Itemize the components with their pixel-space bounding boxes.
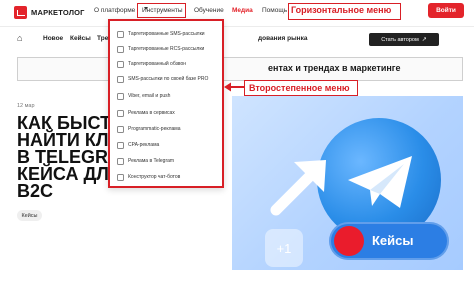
article-tag[interactable]: Кейсы [17,210,42,221]
subnav-research[interactable]: дования рынка [258,35,307,42]
menu-item-programmatic[interactable]: Programmatic-реклама [110,122,222,136]
become-author-label: Стать автором [381,36,419,43]
menu-item-viber[interactable]: Viber, email и push [110,89,222,103]
home-icon[interactable]: ⌂ [17,33,22,43]
menu-item-label: SMS-рассылки по своей базе PRO [128,76,209,82]
top-navbar: МАРКЕТОЛОГ О платформе Инструменты Обуче… [0,0,474,24]
programmatic-icon [117,125,124,133]
rcs-icon [117,45,124,53]
subnav-trends[interactable]: Тре [97,35,108,42]
menu-item-label: Таргетированные SMS-рассылки [128,31,205,37]
sms-icon [117,30,124,38]
phone-icon [117,60,124,68]
telegram-icon [117,157,124,165]
nav-help[interactable]: Помощь [262,7,287,14]
nav-about[interactable]: О платформе [94,7,135,14]
plus-one-badge: +1 [265,229,303,267]
menu-item-cpa[interactable]: CPA-реклама [110,138,222,152]
menu-item-rcs[interactable]: Таргетированные RCS-рассылки [110,42,222,56]
logo-text: МАРКЕТОЛОГ [31,7,85,17]
header-divider [0,26,474,27]
menu-item-label: Programmatic-реклама [128,126,181,132]
cases-pill-label: Кейсы [372,233,414,248]
logo[interactable]: МАРКЕТОЛОГ [14,5,85,19]
telegram-plane-icon [348,156,412,208]
menu-item-calls[interactable]: Таргетированный обзвон [110,57,222,71]
banner-text: ентах и трендах в маркетинге [268,63,401,73]
menu-item-label: Реклама в Telegram [128,158,175,164]
menu-item-sms-pro[interactable]: SMS-рассылки по своей базе PRO [110,72,222,86]
article-hero-image[interactable]: +1 Кейсы [232,96,463,270]
menu-item-label: Конструктор чат-ботов [128,174,181,180]
tools-dropdown-menu: Таргетированные SMS-рассылки Таргетирова… [108,19,224,188]
red-dot-icon [334,226,364,256]
article-date: 12 мар [17,103,35,109]
ads-icon [117,109,124,117]
viber-icon [117,92,124,100]
top-menu-annotation: Горизонтальное меню [291,5,392,15]
become-author-button[interactable]: Стать автором ↗ [369,33,439,46]
login-button[interactable]: Войти [428,3,464,18]
menu-item-label: Таргетированный обзвон [128,61,187,67]
logo-icon [14,5,27,19]
menu-item-sms[interactable]: Таргетированные SMS-рассылки [110,27,222,41]
annotation-arrow-icon [224,82,245,92]
menu-item-label: CPA-реклама [128,142,160,148]
cpa-icon [117,141,124,149]
article-headline[interactable]: КАК БЫСТ НАЙТИ КЛ В TELEGR КЕЙСА ДЛ B2C [17,115,112,200]
nav-education[interactable]: Обучение [194,7,224,14]
menu-item-label: Реклама в сервисах [128,110,175,116]
secondary-menu-annotation: Второстепенное меню [249,83,350,93]
menu-item-label: Viber, email и push [128,93,171,99]
subnav-new[interactable]: Новое [43,35,63,42]
headline-line: B2C [17,181,54,200]
menu-item-telegram[interactable]: Реклама в Telegram [110,154,222,168]
external-link-icon: ↗ [421,37,427,43]
menu-item-ads[interactable]: Реклама в сервисах [110,106,222,120]
database-icon [117,75,124,83]
menu-item-label: Таргетированные RCS-рассылки [128,46,205,52]
menu-item-chatbot[interactable]: Конструктор чат-ботов [110,170,222,184]
growth-arrow-icon [270,160,326,216]
tools-highlight-box [137,3,186,18]
subnav-cases[interactable]: Кейсы [70,35,91,42]
nav-media[interactable]: Медиа [232,7,253,14]
chatbot-icon [117,173,124,181]
